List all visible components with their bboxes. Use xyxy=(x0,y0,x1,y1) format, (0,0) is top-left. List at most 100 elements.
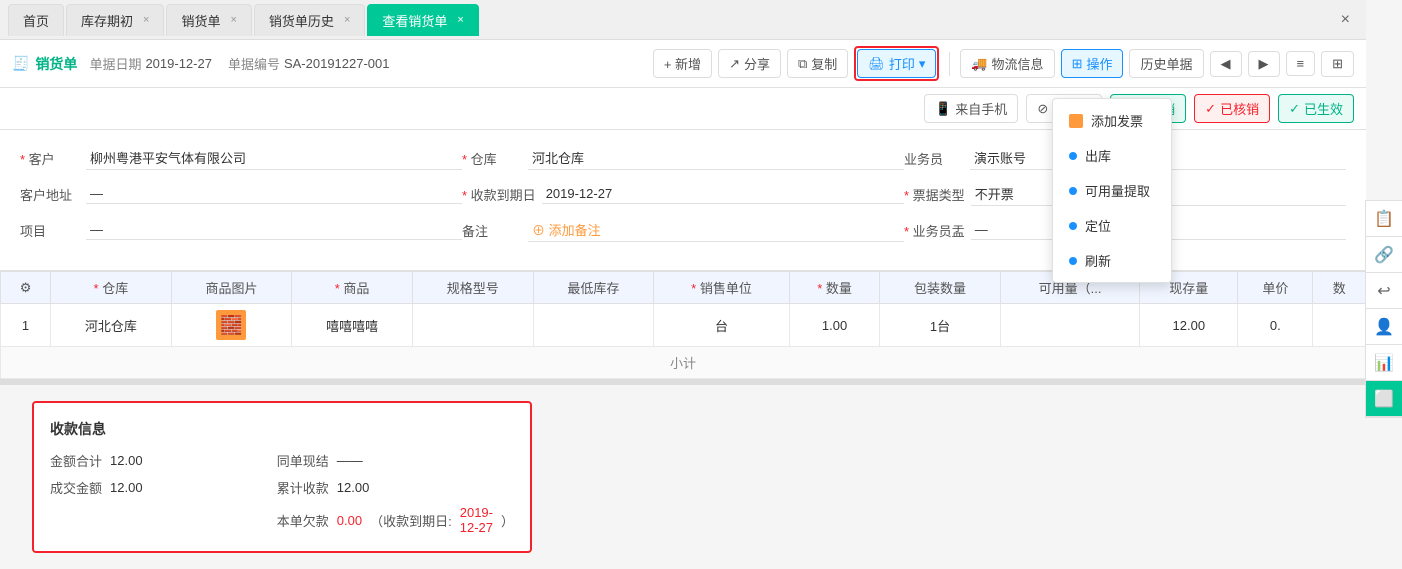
col-unit: 销售单位 xyxy=(654,272,790,304)
tab-home[interactable]: 首页 xyxy=(8,4,64,36)
logistics-icon: 🚚 xyxy=(971,56,987,72)
product-image: 🧱 xyxy=(216,310,246,340)
tab-view-sales-close[interactable]: × xyxy=(457,14,463,26)
toolbar-right: + 新增 ↗ 分享 ⧉ 复制 🖨 打印 ▾ 🚚 物流信息 xyxy=(653,46,1354,81)
locate-icon xyxy=(1069,222,1077,230)
print-button[interactable]: 🖨 打印 ▾ xyxy=(857,49,936,78)
print-label: 打印 xyxy=(889,54,915,73)
col-amount: 数 xyxy=(1313,272,1366,304)
doc-title-text: 销货单 xyxy=(35,54,77,74)
not-open-icon: ⊘ xyxy=(1037,101,1048,117)
sidebar-icon-6[interactable]: ⬜ xyxy=(1366,381,1402,417)
doc-title: 🧾 销货单 xyxy=(12,54,77,74)
tab-sales-order-close[interactable]: × xyxy=(230,14,236,26)
customer-field: 客户 柳州粤港平安气体有限公司 xyxy=(20,146,462,170)
doc-number-value: SA-20191227-001 xyxy=(284,56,390,71)
history-button[interactable]: 历史单据 xyxy=(1129,49,1203,78)
notes-label: 备注 xyxy=(462,221,522,240)
sidebar-icon-3[interactable]: ↩ xyxy=(1366,273,1402,309)
refresh-label: 刷新 xyxy=(1085,251,1111,270)
add-invoice-icon xyxy=(1069,114,1083,128)
outbound-label: 出库 xyxy=(1085,146,1111,165)
dropdown-available-qty[interactable]: 可用量提取 xyxy=(1053,173,1171,208)
logistics-button[interactable]: 🚚 物流信息 xyxy=(960,49,1054,78)
tab-view-sales[interactable]: 查看销货单 × xyxy=(367,4,478,36)
project-field: 项目 — xyxy=(20,220,462,240)
total-row: 金额合计 12.00 xyxy=(50,451,257,470)
tab-inventory-init-label: 库存期初 xyxy=(81,11,133,30)
dropdown-add-invoice[interactable]: 添加发票 xyxy=(1053,103,1171,138)
nav-next-button[interactable]: ▶ xyxy=(1248,51,1280,77)
copy-icon: ⧉ xyxy=(798,56,807,72)
customer-label: 客户 xyxy=(20,149,80,168)
summary-container: 收款信息 金额合计 12.00 同单现结 —— 成交金额 12.00 累计收款 … xyxy=(0,385,1366,569)
row-available xyxy=(1000,304,1140,347)
col-package-qty: 包装数量 xyxy=(880,272,1001,304)
share-label: 分享 xyxy=(744,54,770,73)
customer-value[interactable]: 柳州粤港平安气体有限公司 xyxy=(86,146,462,170)
tab-sales-history-close[interactable]: × xyxy=(344,14,350,26)
from-phone-button[interactable]: 📱 来自手机 xyxy=(924,94,1018,123)
col-settings[interactable]: ⚙ xyxy=(1,272,51,304)
doc-icon: 🧾 xyxy=(12,55,29,72)
tab-inventory-init[interactable]: 库存期初 × xyxy=(66,4,164,36)
payment-date-value[interactable]: 2019-12-27 xyxy=(542,184,904,204)
outbound-icon xyxy=(1069,152,1077,160)
doc-date-label: 单据日期 xyxy=(89,54,141,73)
share-button[interactable]: ↗ 分享 xyxy=(718,49,781,78)
project-label: 项目 xyxy=(20,221,80,240)
row-min-stock xyxy=(533,304,654,347)
view-grid-button[interactable]: ⊞ xyxy=(1321,51,1354,77)
row-warehouse: 河北仓库 xyxy=(51,304,172,347)
operations-button[interactable]: ⊞ 操作 xyxy=(1061,49,1124,78)
summary-grid: 金额合计 12.00 同单现结 —— 成交金额 12.00 累计收款 12.00 xyxy=(50,451,514,535)
sidebar-icon-5[interactable]: 📊 xyxy=(1366,345,1402,381)
address-field: 客户地址 — xyxy=(20,184,462,204)
add-button[interactable]: + 新增 xyxy=(653,49,712,78)
row-index: 1 xyxy=(1,304,51,347)
cancelled-button[interactable]: ✓ 已核销 xyxy=(1194,94,1270,123)
warehouse-value[interactable]: 河北仓库 xyxy=(528,146,904,170)
col-price: 单价 xyxy=(1238,272,1313,304)
operations-label: 操作 xyxy=(1086,54,1112,73)
phone-icon: 📱 xyxy=(935,101,951,117)
toolbar-divider xyxy=(949,52,950,76)
history-label: 历史单据 xyxy=(1140,54,1192,73)
tab-sales-order[interactable]: 销货单 × xyxy=(166,4,251,36)
dropdown-locate[interactable]: 定位 xyxy=(1053,208,1171,243)
view-list-button[interactable]: ≡ xyxy=(1286,51,1316,76)
locate-label: 定位 xyxy=(1085,216,1111,235)
tab-sales-history[interactable]: 销货单历史 × xyxy=(254,4,365,36)
transaction-value: 12.00 xyxy=(110,480,143,495)
col-quantity: 数量 xyxy=(789,272,879,304)
same-bill-row: 同单现结 —— xyxy=(277,451,514,470)
arrears-value: 0.00 xyxy=(337,513,362,528)
sales-staff-label: 业务员盂 xyxy=(904,221,965,240)
tab-bar: 首页 库存期初 × 销货单 × 销货单历史 × 查看销货单 × × xyxy=(0,0,1366,40)
share-icon: ↗ xyxy=(729,56,740,72)
items-table: ⚙ 仓库 商品图片 商品 规格型号 最低库存 销售单位 数量 包装数量 可用量（… xyxy=(0,271,1366,379)
window-close-button[interactable]: × xyxy=(1333,7,1358,33)
print-dropdown-icon: ▾ xyxy=(919,56,926,72)
doc-meta: 单据日期 2019-12-27 单据编号 SA-20191227-001 xyxy=(89,54,389,73)
doc-date-field: 单据日期 2019-12-27 xyxy=(89,54,212,73)
address-label: 客户地址 xyxy=(20,185,80,204)
sidebar-icon-2[interactable]: 🔗 xyxy=(1366,237,1402,273)
row-package-qty: 1台 xyxy=(880,304,1001,347)
right-sidebar: 📋 🔗 ↩ 👤 📊 ⬜ xyxy=(1365,200,1402,418)
nav-prev-button[interactable]: ◀ xyxy=(1210,51,1242,77)
effective-icon: ✓ xyxy=(1289,101,1300,117)
effective-label: 已生效 xyxy=(1304,99,1343,118)
dropdown-outbound[interactable]: 出库 xyxy=(1053,138,1171,173)
add-notes-button[interactable]: ⊕ 添加备注 xyxy=(528,218,904,242)
total-label: 金额合计 xyxy=(50,451,102,470)
cumulative-label: 累计收款 xyxy=(277,478,329,497)
tab-inventory-init-close[interactable]: × xyxy=(143,14,149,26)
transaction-row: 成交金额 12.00 xyxy=(50,478,257,497)
row-quantity: 1.00 xyxy=(789,304,879,347)
copy-button[interactable]: ⧉ 复制 xyxy=(787,49,848,78)
sidebar-icon-4[interactable]: 👤 xyxy=(1366,309,1402,345)
dropdown-refresh[interactable]: 刷新 xyxy=(1053,243,1171,278)
sidebar-icon-1[interactable]: 📋 xyxy=(1366,201,1402,237)
effective-button[interactable]: ✓ 已生效 xyxy=(1278,94,1354,123)
